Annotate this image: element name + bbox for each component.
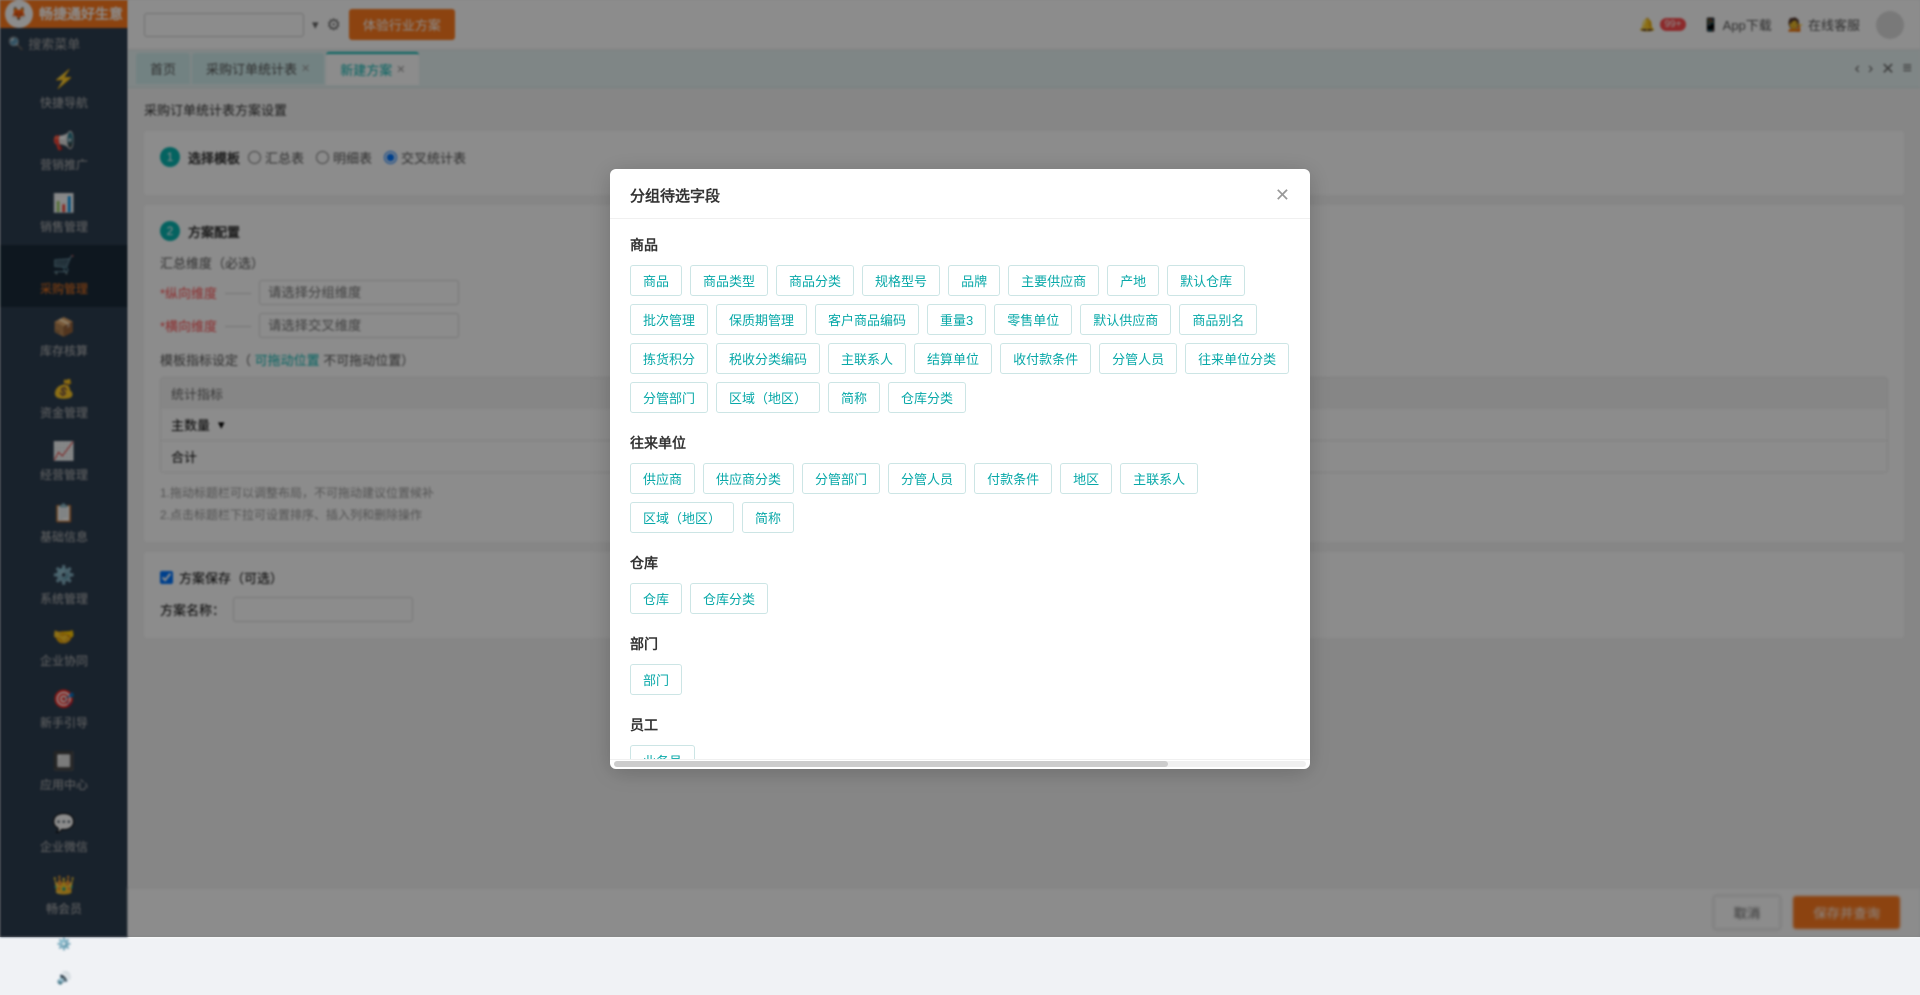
modal-title: 分组待选字段 [630, 185, 720, 206]
field-chip[interactable]: 默认仓库 [1167, 265, 1245, 296]
field-section-title-department: 部门 [630, 634, 1290, 654]
field-chip[interactable]: 商品类型 [690, 265, 768, 296]
field-chip[interactable]: 往来单位分类 [1185, 343, 1289, 374]
field-section-product: 商品商品商品类型商品分类规格型号品牌主要供应商产地默认仓库批次管理保质期管理客户… [630, 235, 1290, 413]
field-chip[interactable]: 拣货积分 [630, 343, 708, 374]
field-chip[interactable]: 批次管理 [630, 304, 708, 335]
modal-close-btn[interactable]: ✕ [1275, 185, 1290, 206]
field-chip[interactable]: 默认供应商 [1080, 304, 1171, 335]
field-chip[interactable]: 分管人员 [888, 463, 966, 494]
field-grid-product: 商品商品类型商品分类规格型号品牌主要供应商产地默认仓库批次管理保质期管理客户商品… [630, 265, 1290, 413]
field-chip[interactable]: 分管部门 [630, 382, 708, 413]
field-chip[interactable]: 产地 [1107, 265, 1159, 296]
field-chip[interactable]: 仓库分类 [888, 382, 966, 413]
field-chip[interactable]: 分管人员 [1099, 343, 1177, 374]
field-chip[interactable]: 分管部门 [802, 463, 880, 494]
modal-header: 分组待选字段 ✕ [610, 169, 1310, 219]
field-grid-department: 部门 [630, 664, 1290, 695]
field-chip[interactable]: 付款条件 [974, 463, 1052, 494]
field-chip[interactable]: 区域（地区） [716, 382, 820, 413]
field-chip[interactable]: 简称 [742, 502, 794, 533]
sidebar-bottom: ⚙️ 🔊 [0, 927, 128, 995]
field-chip[interactable]: 品牌 [948, 265, 1000, 296]
field-chip[interactable]: 商品 [630, 265, 682, 296]
field-section-employee: 员工业务员 [630, 715, 1290, 760]
field-chip[interactable]: 主联系人 [828, 343, 906, 374]
field-section-title-employee: 员工 [630, 715, 1290, 735]
field-chip[interactable]: 部门 [630, 664, 682, 695]
field-section-department: 部门部门 [630, 634, 1290, 695]
field-chip[interactable]: 客户商品编码 [815, 304, 919, 335]
field-chip[interactable]: 重量3 [927, 304, 986, 335]
field-chip[interactable]: 主联系人 [1120, 463, 1198, 494]
field-chip[interactable]: 保质期管理 [716, 304, 807, 335]
field-grid-warehouse: 仓库仓库分类 [630, 583, 1290, 614]
field-section-partner: 往来单位供应商供应商分类分管部门分管人员付款条件地区主联系人区域（地区） 简称 [630, 433, 1290, 533]
field-chip[interactable]: 结算单位 [914, 343, 992, 374]
field-chip[interactable]: 收付款条件 [1000, 343, 1091, 374]
field-section-title-partner: 往来单位 [630, 433, 1290, 453]
field-chip[interactable]: 区域（地区） [630, 502, 734, 533]
modal-horizontal-scrollbar[interactable] [610, 759, 1310, 768]
field-chip[interactable]: 仓库 [630, 583, 682, 614]
field-chip[interactable]: 简称 [828, 382, 880, 413]
field-chip[interactable]: 税收分类编码 [716, 343, 820, 374]
field-select-modal: 分组待选字段 ✕ 商品商品商品类型商品分类规格型号品牌主要供应商产地默认仓库批次… [610, 169, 1310, 769]
field-chip[interactable]: 规格型号 [862, 265, 940, 296]
field-chip[interactable]: 地区 [1060, 463, 1112, 494]
field-chip[interactable]: 业务员 [630, 745, 695, 760]
field-chip[interactable]: 商品分类 [776, 265, 854, 296]
field-grid-employee: 业务员 [630, 745, 1290, 760]
modal-overlay: 分组待选字段 ✕ 商品商品商品类型商品分类规格型号品牌主要供应商产地默认仓库批次… [0, 0, 1920, 937]
field-chip[interactable]: 仓库分类 [690, 583, 768, 614]
sidebar-audio-btn[interactable]: 🔊 [0, 961, 128, 995]
field-chip[interactable]: 商品别名 [1179, 304, 1257, 335]
field-chip[interactable]: 零售单位 [994, 304, 1072, 335]
field-chip[interactable]: 供应商分类 [703, 463, 794, 494]
field-section-title-warehouse: 仓库 [630, 553, 1290, 573]
field-grid-partner: 供应商供应商分类分管部门分管人员付款条件地区主联系人区域（地区） 简称 [630, 463, 1290, 533]
field-section-title-product: 商品 [630, 235, 1290, 255]
field-chip[interactable]: 供应商 [630, 463, 695, 494]
field-chip[interactable]: 主要供应商 [1008, 265, 1099, 296]
field-section-warehouse: 仓库仓库仓库分类 [630, 553, 1290, 614]
modal-body[interactable]: 商品商品商品类型商品分类规格型号品牌主要供应商产地默认仓库批次管理保质期管理客户… [610, 219, 1310, 760]
